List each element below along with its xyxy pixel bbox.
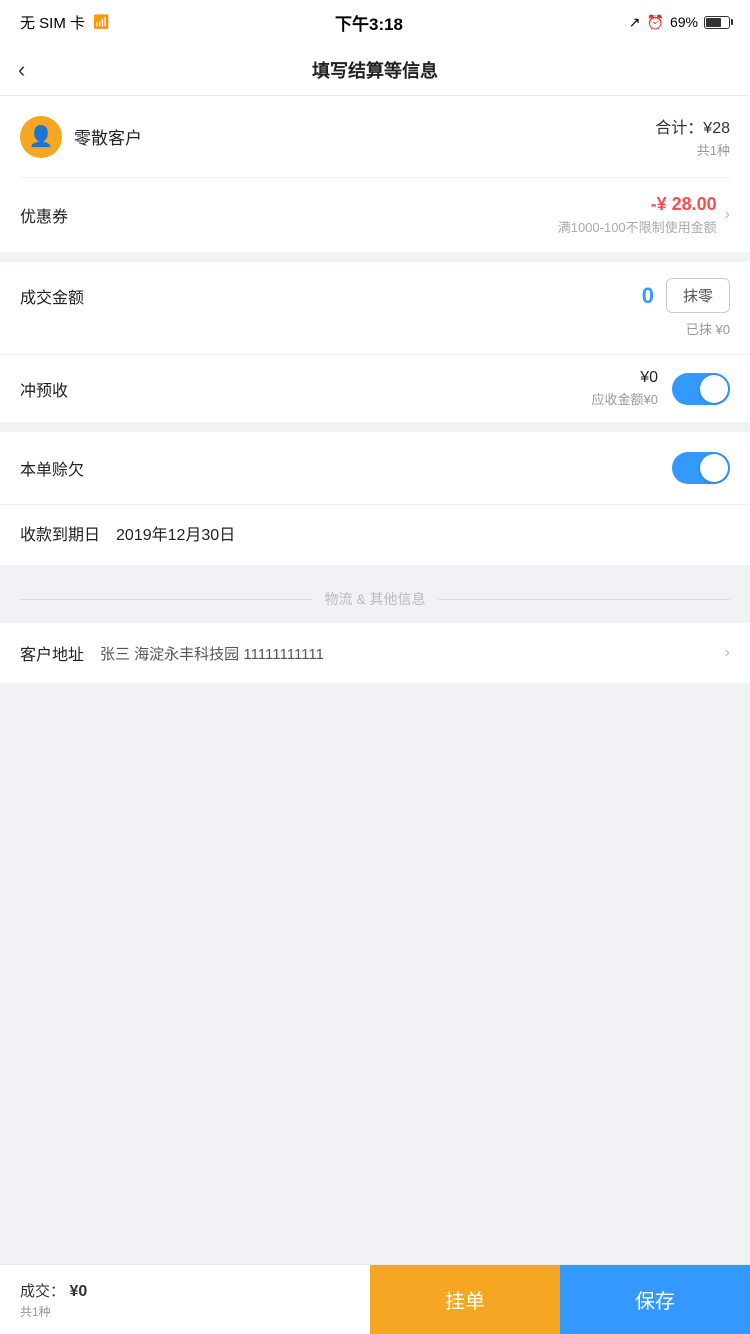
wifi-icon: 📶 (93, 14, 109, 30)
debt-toggle-knob (700, 454, 728, 482)
due-date-value: 2019年12月30日 (116, 521, 235, 545)
status-right: ↗ ⏰ 69% (629, 14, 730, 31)
status-time: 下午3:18 (335, 10, 403, 35)
location-icon: ↗ (629, 14, 641, 31)
back-icon: ‹ (18, 57, 25, 83)
due-date-row: 收款到期日 2019年12月30日 (0, 504, 750, 565)
save-button[interactable]: 保存 (560, 1265, 750, 1334)
bottom-summary: 成交： ¥0 共1种 (0, 1280, 370, 1320)
alarm-icon: ⏰ (647, 14, 664, 31)
total-amount: 合计：¥28 (655, 114, 730, 138)
prepay-label: 冲预收 (20, 377, 68, 401)
deal-amount-card: 成交金额 0 抹零 已抹 ¥0 冲预收 ¥0 应收金额¥0 (0, 262, 750, 422)
customer-right: 合计：¥28 共1种 (655, 114, 730, 159)
prepay-value: ¥0 (592, 369, 658, 387)
amount-right: 0 抹零 (624, 278, 730, 313)
prepay-toggle[interactable] (672, 373, 730, 405)
address-chevron-icon: › (725, 644, 730, 662)
avatar: 👤 (20, 116, 62, 158)
chevron-right-icon: › (725, 206, 730, 224)
customer-name: 零散客户 (74, 124, 142, 149)
customer-left: 👤 零散客户 (20, 116, 142, 158)
debt-row: 本单赊欠 (0, 432, 750, 504)
hold-button[interactable]: 挂单 (370, 1265, 560, 1334)
back-button[interactable]: ‹ (18, 57, 25, 83)
prepay-right: ¥0 应收金额¥0 (592, 369, 730, 408)
empty-space (0, 693, 750, 893)
total-count: 共1种 (655, 140, 730, 159)
deal-amount-label: 成交金额 (20, 284, 84, 308)
round-button[interactable]: 抹零 (666, 278, 730, 313)
logistics-line: 物流 & 其他信息 (20, 589, 730, 609)
amount-row: 成交金额 0 抹零 (0, 262, 750, 317)
deal-amount-value: 0 (624, 283, 654, 309)
logistics-label: 物流 & 其他信息 (324, 589, 425, 609)
coupon-desc: 满1000-100不限制使用金额 (558, 217, 717, 236)
address-row[interactable]: 客户地址 张三 海淀永丰科技园 11111111111 › (0, 623, 750, 683)
debt-card: 本单赊欠 收款到期日 2019年12月30日 (0, 432, 750, 565)
toggle-knob (700, 375, 728, 403)
bottom-deal-amount: ¥0 (69, 1283, 87, 1300)
coupon-right: -¥ 28.00 满1000-100不限制使用金额 (558, 194, 717, 236)
coupon-label: 优惠券 (20, 203, 68, 227)
nav-bar: ‹ 填写结算等信息 (0, 44, 750, 96)
line-bar-right (438, 599, 730, 600)
save-button-label: 保存 (635, 1285, 675, 1314)
amount-sub: 已抹 ¥0 (0, 317, 750, 354)
customer-row: 👤 零散客户 合计：¥28 共1种 (0, 96, 750, 177)
prepay-row: 冲预收 ¥0 应收金额¥0 (0, 354, 750, 422)
avatar-icon: 👤 (29, 124, 54, 149)
logistics-divider: 物流 & 其他信息 (0, 575, 750, 623)
carrier-label: 无 SIM 卡 (20, 12, 85, 33)
hold-button-label: 挂单 (445, 1285, 485, 1314)
status-bar: 无 SIM 卡 📶 下午3:18 ↗ ⏰ 69% (0, 0, 750, 44)
content: 👤 零散客户 合计：¥28 共1种 优惠券 -¥ 28.00 满1000-100… (0, 96, 750, 893)
battery-icon (704, 16, 730, 29)
debt-label: 本单赊欠 (20, 456, 84, 480)
prepay-amounts: ¥0 应收金额¥0 (592, 369, 658, 408)
debt-toggle[interactable] (672, 452, 730, 484)
line-bar-left (20, 599, 312, 600)
coupon-row[interactable]: 优惠券 -¥ 28.00 满1000-100不限制使用金额 › (0, 178, 750, 252)
battery-percent: 69% (670, 14, 698, 30)
page-title: 填写结算等信息 (312, 57, 438, 83)
prepay-sub: 应收金额¥0 (592, 389, 658, 408)
bottom-deal-row: 成交： ¥0 (20, 1280, 350, 1301)
bottom-deal-label: 成交： (20, 1283, 65, 1300)
coupon-amount: -¥ 28.00 (558, 194, 717, 215)
bottom-count: 共1种 (20, 1303, 350, 1320)
due-date-label: 收款到期日 (20, 521, 100, 545)
bottom-bar: 成交： ¥0 共1种 挂单 保存 (0, 1264, 750, 1334)
address-value: 张三 海淀永丰科技园 11111111111 (100, 643, 725, 664)
address-label: 客户地址 (20, 641, 84, 665)
status-left: 无 SIM 卡 📶 (20, 12, 109, 33)
logistics-section: 物流 & 其他信息 客户地址 张三 海淀永丰科技园 11111111111 › (0, 575, 750, 683)
customer-card: 👤 零散客户 合计：¥28 共1种 优惠券 -¥ 28.00 满1000-100… (0, 96, 750, 252)
